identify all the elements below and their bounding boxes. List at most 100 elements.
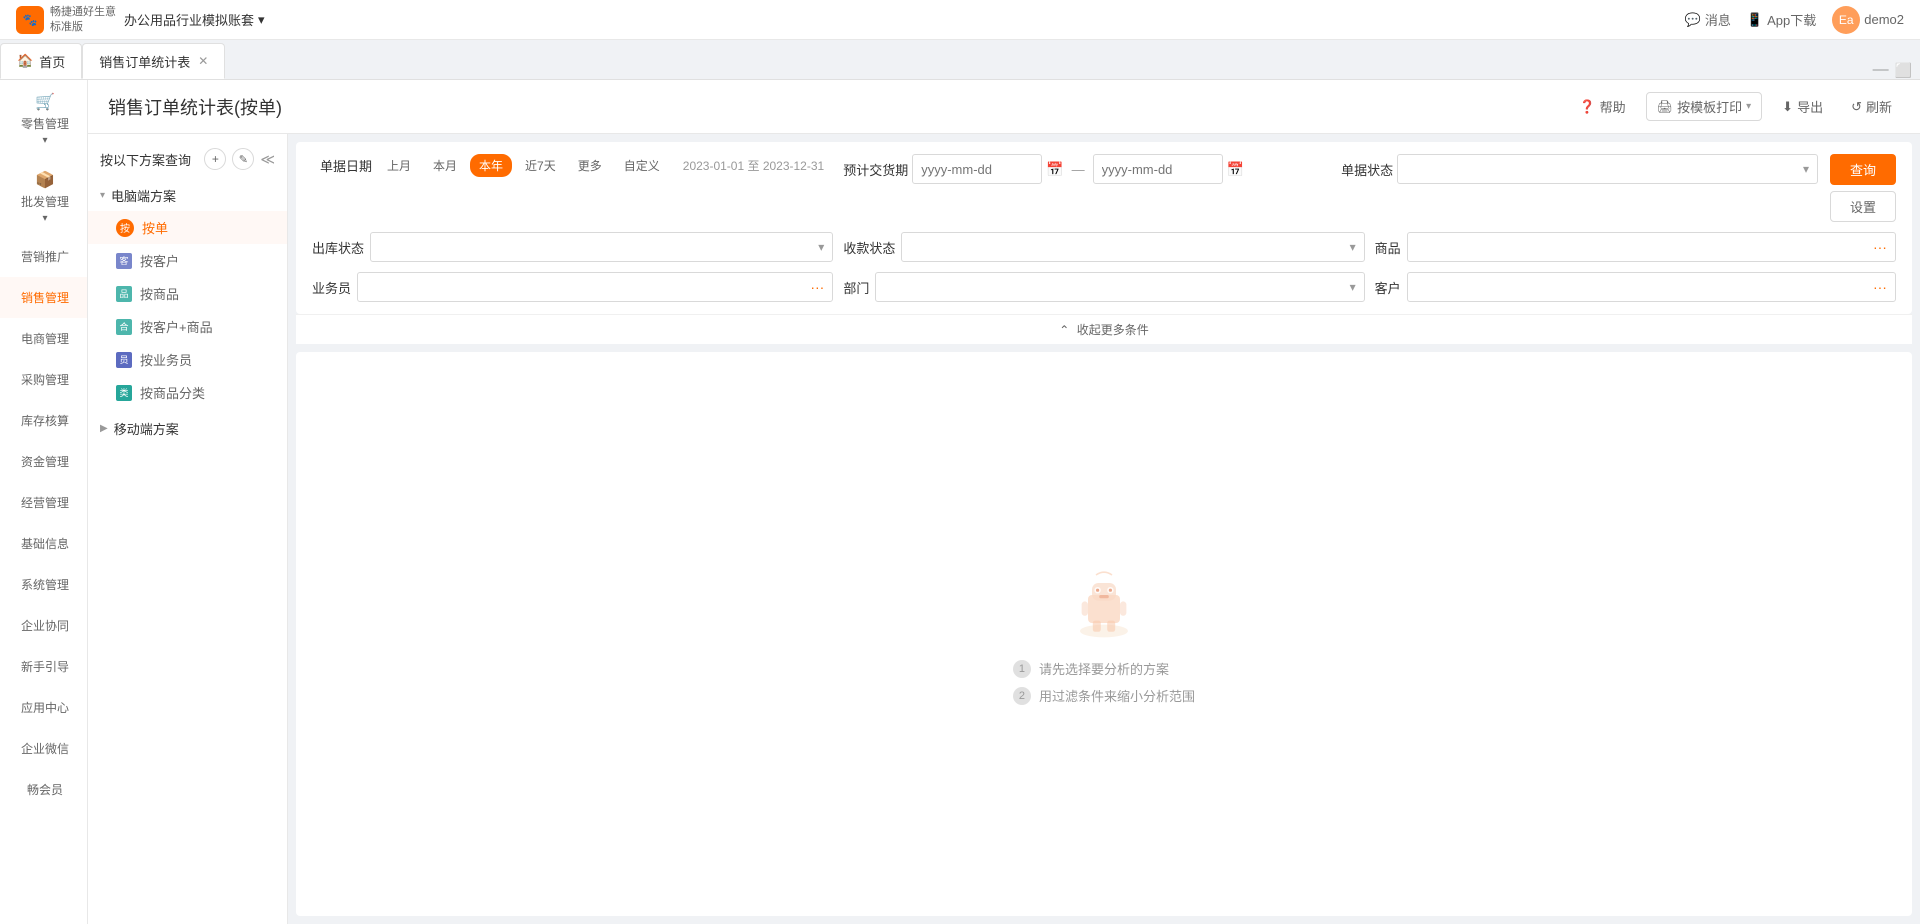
- export-icon: ⬇: [1782, 99, 1793, 115]
- add-scheme-button[interactable]: +: [204, 148, 226, 170]
- tab-sales-order-stats[interactable]: 销售订单统计表 ✕: [82, 43, 225, 79]
- main-layout: 🛒 零售管理 ▾ 📦 批发管理 ▾ 营销推广 销售管理 电商管理 采购管理 库存…: [0, 80, 1920, 924]
- user-profile[interactable]: Ea demo2: [1832, 6, 1904, 34]
- custom-btn[interactable]: 自定义: [615, 154, 669, 177]
- sidebar: 🛒 零售管理 ▾ 📦 批发管理 ▾ 营销推广 销售管理 电商管理 采购管理 库存…: [0, 80, 88, 924]
- scheme-item-by-customer-product[interactable]: 合 按客户+商品: [88, 310, 287, 343]
- collapse-scheme-button[interactable]: ≪: [260, 151, 275, 168]
- doc-status-label: 单据状态: [1333, 160, 1393, 179]
- topbar-left: 🐾 畅捷通好生意 标准版 办公用品行业模拟账套 ▾: [16, 5, 265, 34]
- empty-hints: 1 请先选择要分析的方案 2 用过滤条件来缩小分析范围: [1013, 659, 1195, 705]
- query-button[interactable]: 查询: [1830, 154, 1896, 185]
- expected-date-to[interactable]: [1093, 154, 1223, 184]
- doc-status-select[interactable]: ▾: [1397, 154, 1818, 184]
- message-icon: 💬: [1685, 12, 1701, 28]
- salesperson-field: 业务员 ···: [312, 272, 833, 302]
- sidebar-item-marketing[interactable]: 营销推广: [0, 236, 87, 277]
- tab-maximize-icon[interactable]: ⬜: [1895, 62, 1912, 79]
- avatar: Ea: [1832, 6, 1860, 34]
- goods-select[interactable]: ···: [1407, 232, 1896, 262]
- print-icon: 🖨: [1657, 99, 1674, 115]
- customer-label: 客户: [1375, 278, 1401, 297]
- collapse-arrow-icon: ⌃: [1059, 323, 1069, 337]
- topbar-title[interactable]: 办公用品行业模拟账套 ▾: [124, 10, 265, 29]
- more-btn[interactable]: 更多: [569, 154, 611, 177]
- edit-icon: ✎: [239, 153, 248, 166]
- filter-panel: 单据日期 上月 本月 本年 近7天 更多 自定义 2023-01-01 至 20…: [296, 142, 1912, 314]
- payment-status-select[interactable]: ▾: [901, 232, 1364, 262]
- calendar-to-icon[interactable]: 📅: [1227, 161, 1244, 178]
- sidebar-item-system[interactable]: 系统管理: [0, 564, 87, 605]
- customer-ellipsis-icon[interactable]: ···: [1873, 279, 1887, 295]
- sidebar-item-operations[interactable]: 经营管理: [0, 482, 87, 523]
- goods-ellipsis-icon[interactable]: ···: [1873, 239, 1887, 255]
- salesperson-input[interactable]: ···: [357, 272, 833, 302]
- sidebar-item-appstore[interactable]: 应用中心: [0, 687, 87, 728]
- export-button[interactable]: ⬇ 导出: [1774, 93, 1831, 120]
- tab-home[interactable]: 🏠 首页: [0, 43, 82, 79]
- sidebar-item-wechat[interactable]: 企业微信: [0, 728, 87, 769]
- print-dropdown-arrow-icon[interactable]: ▾: [1746, 101, 1751, 112]
- scheme-by-order-icon: 按: [116, 219, 134, 237]
- goods-field: 商品 ···: [1375, 232, 1896, 262]
- sidebar-item-enterprise[interactable]: 企业协同: [0, 605, 87, 646]
- edit-scheme-button[interactable]: ✎: [232, 148, 254, 170]
- scheme-by-category-icon: 类: [116, 385, 132, 401]
- refresh-icon: ↺: [1851, 99, 1862, 115]
- last-month-btn[interactable]: 上月: [378, 154, 420, 177]
- sidebar-item-newbie[interactable]: 新手引导: [0, 646, 87, 687]
- tab-close-icon[interactable]: ✕: [198, 54, 208, 68]
- sidebar-item-member[interactable]: 畅会员: [0, 769, 87, 810]
- customer-field: 客户 ···: [1375, 272, 1896, 302]
- sidebar-item-ecommerce[interactable]: 电商管理: [0, 318, 87, 359]
- salesperson-ellipsis-icon[interactable]: ···: [810, 279, 824, 295]
- retail-arrow-icon: ▾: [42, 135, 47, 146]
- sidebar-item-purchase[interactable]: 采购管理: [0, 359, 87, 400]
- inner-layout: 按以下方案查询 + ✎ ≪ ▾ 电脑端方案 按 按单: [88, 134, 1920, 924]
- tab-minimize-icon[interactable]: —: [1873, 61, 1889, 79]
- sidebar-item-wholesale[interactable]: 📦 批发管理 ▾: [0, 158, 87, 236]
- this-month-btn[interactable]: 本月: [424, 154, 466, 177]
- sidebar-item-basic[interactable]: 基础信息: [0, 523, 87, 564]
- dropdown-arrow-icon[interactable]: ▾: [258, 12, 265, 28]
- scheme-item-by-customer[interactable]: 客 按客户: [88, 244, 287, 277]
- scheme-item-by-order[interactable]: 按 按单: [88, 211, 287, 244]
- sidebar-item-finance[interactable]: 资金管理: [0, 441, 87, 482]
- collapse-more-conditions-button[interactable]: ⌃ 收起更多条件: [296, 314, 1912, 344]
- ship-status-select[interactable]: ▾: [370, 232, 833, 262]
- message-button[interactable]: 💬 消息: [1685, 10, 1731, 29]
- payment-status-label: 收款状态: [843, 238, 895, 257]
- help-button[interactable]: ❓ 帮助: [1571, 93, 1633, 120]
- department-select[interactable]: ▾: [875, 272, 1364, 302]
- refresh-button[interactable]: ↺ 刷新: [1843, 93, 1900, 120]
- ship-status-label: 出库状态: [312, 238, 364, 257]
- expected-date-from[interactable]: [912, 154, 1042, 184]
- page-title: 销售订单统计表(按单): [108, 94, 282, 132]
- print-button[interactable]: 🖨 按模板打印 ▾: [1646, 92, 1763, 121]
- scheme-group-pc-header[interactable]: ▾ 电脑端方案: [88, 180, 287, 211]
- wholesale-icon: 📦: [35, 170, 55, 190]
- empty-hint-2: 2 用过滤条件来缩小分析范围: [1013, 686, 1195, 705]
- username-label: demo2: [1864, 12, 1904, 27]
- scheme-group-mobile-header[interactable]: ▶ 移动端方案: [88, 413, 287, 444]
- last7-btn[interactable]: 近7天: [516, 154, 565, 177]
- tabbar: 🏠 首页 销售订单统计表 ✕ — ⬜: [0, 40, 1920, 80]
- scheme-item-by-category[interactable]: 类 按商品分类: [88, 376, 287, 409]
- calendar-from-icon[interactable]: 📅: [1046, 161, 1063, 178]
- scheme-toolbar: 按以下方案查询 + ✎ ≪: [88, 142, 287, 180]
- result-area: 1 请先选择要分析的方案 2 用过滤条件来缩小分析范围: [296, 352, 1912, 916]
- department-dropdown-icon: ▾: [1350, 280, 1356, 294]
- sidebar-item-inventory[interactable]: 库存核算: [0, 400, 87, 441]
- scheme-by-product-icon: 品: [116, 286, 132, 302]
- hint-num-1: 1: [1013, 660, 1031, 678]
- app-download-button[interactable]: 📱 App下载: [1747, 10, 1816, 29]
- page-actions: ❓ 帮助 🖨 按模板打印 ▾ ⬇ 导出 ↺ 刷新: [1571, 92, 1900, 133]
- scheme-item-by-salesperson[interactable]: 员 按业务员: [88, 343, 287, 376]
- scheme-item-by-product[interactable]: 品 按商品: [88, 277, 287, 310]
- customer-input[interactable]: ···: [1407, 272, 1896, 302]
- settings-button[interactable]: 设置: [1830, 191, 1896, 222]
- empty-hint-1: 1 请先选择要分析的方案: [1013, 659, 1195, 678]
- sidebar-item-retail[interactable]: 🛒 零售管理 ▾: [0, 80, 87, 158]
- this-year-btn[interactable]: 本年: [470, 154, 512, 177]
- sidebar-item-sales[interactable]: 销售管理: [0, 277, 87, 318]
